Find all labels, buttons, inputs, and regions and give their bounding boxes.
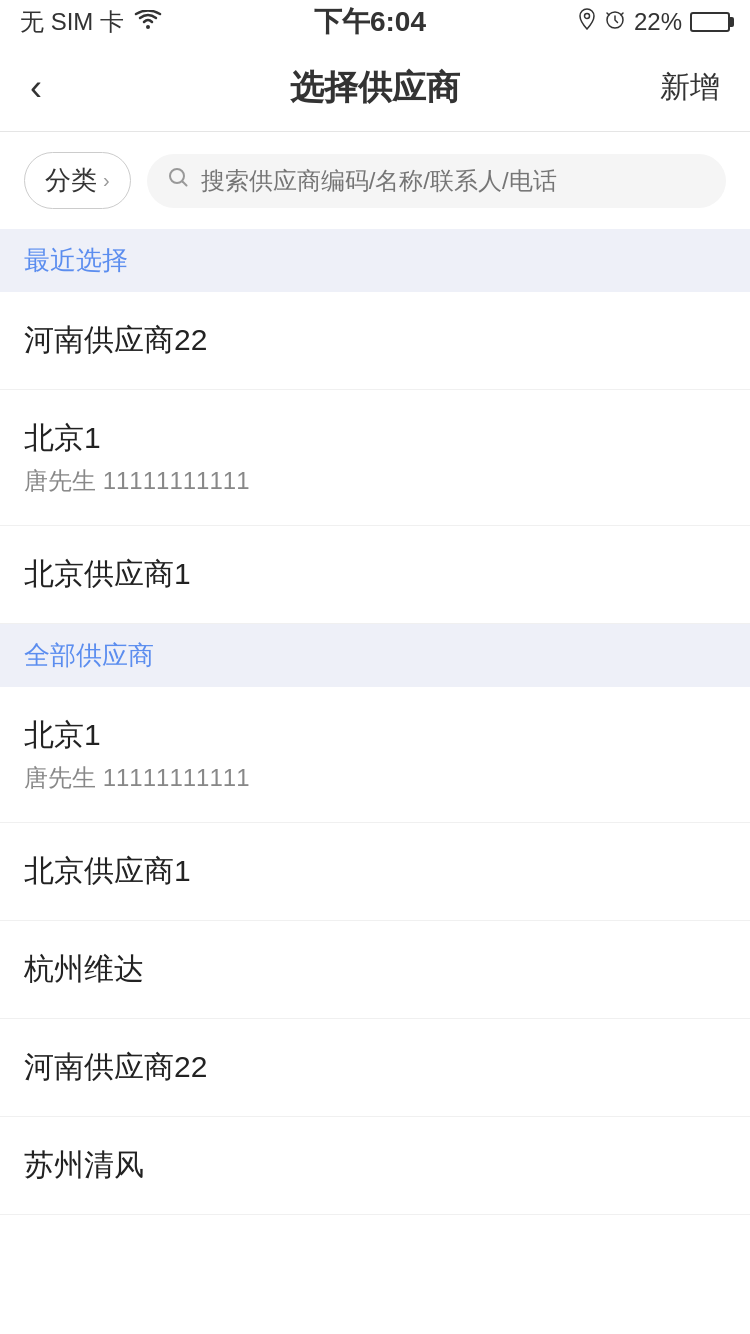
item-name: 苏州清风 bbox=[24, 1145, 726, 1186]
status-right: 22% bbox=[578, 8, 730, 36]
item-name: 河南供应商22 bbox=[24, 320, 726, 361]
all-items-list: 北京1 唐先生 11111111111 北京供应商1 杭州维达 河南供应商22 … bbox=[0, 687, 750, 1215]
nav-bar: ‹ 选择供应商 新增 bbox=[0, 44, 750, 132]
item-name: 北京1 bbox=[24, 715, 726, 756]
battery-percentage: 22% bbox=[634, 8, 682, 36]
status-left: 无 SIM 卡 bbox=[20, 6, 162, 38]
search-icon bbox=[167, 166, 191, 196]
battery-icon bbox=[690, 12, 730, 32]
search-box[interactable] bbox=[147, 154, 726, 208]
list-item[interactable]: 北京1 唐先生 11111111111 bbox=[0, 390, 750, 526]
add-button[interactable]: 新增 bbox=[660, 67, 720, 108]
list-item[interactable]: 北京供应商1 bbox=[0, 823, 750, 921]
all-section-header: 全部供应商 bbox=[0, 624, 750, 687]
location-icon bbox=[578, 8, 596, 36]
status-bar: 无 SIM 卡 下午6:04 22% bbox=[0, 0, 750, 44]
recent-section-header: 最近选择 bbox=[0, 229, 750, 292]
item-name: 北京供应商1 bbox=[24, 554, 726, 595]
list-item[interactable]: 河南供应商22 bbox=[0, 1019, 750, 1117]
item-name: 杭州维达 bbox=[24, 949, 726, 990]
list-item[interactable]: 河南供应商22 bbox=[0, 292, 750, 390]
wifi-icon bbox=[134, 8, 162, 36]
no-sim-text: 无 SIM 卡 bbox=[20, 6, 124, 38]
svg-point-0 bbox=[146, 25, 150, 29]
item-name: 北京供应商1 bbox=[24, 851, 726, 892]
filter-bar: 分类 › bbox=[0, 132, 750, 229]
page-title: 选择供应商 bbox=[290, 65, 460, 111]
search-input[interactable] bbox=[201, 167, 706, 195]
category-label: 分类 bbox=[45, 163, 97, 198]
recent-section-label: 最近选择 bbox=[24, 245, 128, 275]
svg-point-1 bbox=[584, 14, 589, 19]
list-item[interactable]: 北京1 唐先生 11111111111 bbox=[0, 687, 750, 823]
category-filter[interactable]: 分类 › bbox=[24, 152, 131, 209]
item-contact: 唐先生 11111111111 bbox=[24, 465, 726, 497]
back-button[interactable]: ‹ bbox=[30, 67, 90, 109]
item-name: 河南供应商22 bbox=[24, 1047, 726, 1088]
all-section-label: 全部供应商 bbox=[24, 640, 154, 670]
status-time: 下午6:04 bbox=[314, 3, 426, 41]
list-item[interactable]: 苏州清风 bbox=[0, 1117, 750, 1215]
recent-items-list: 河南供应商22 北京1 唐先生 11111111111 北京供应商1 bbox=[0, 292, 750, 624]
alarm-icon bbox=[604, 8, 626, 36]
item-name: 北京1 bbox=[24, 418, 726, 459]
list-item[interactable]: 杭州维达 bbox=[0, 921, 750, 1019]
item-contact: 唐先生 11111111111 bbox=[24, 762, 726, 794]
list-item[interactable]: 北京供应商1 bbox=[0, 526, 750, 624]
chevron-right-icon: › bbox=[103, 169, 110, 192]
